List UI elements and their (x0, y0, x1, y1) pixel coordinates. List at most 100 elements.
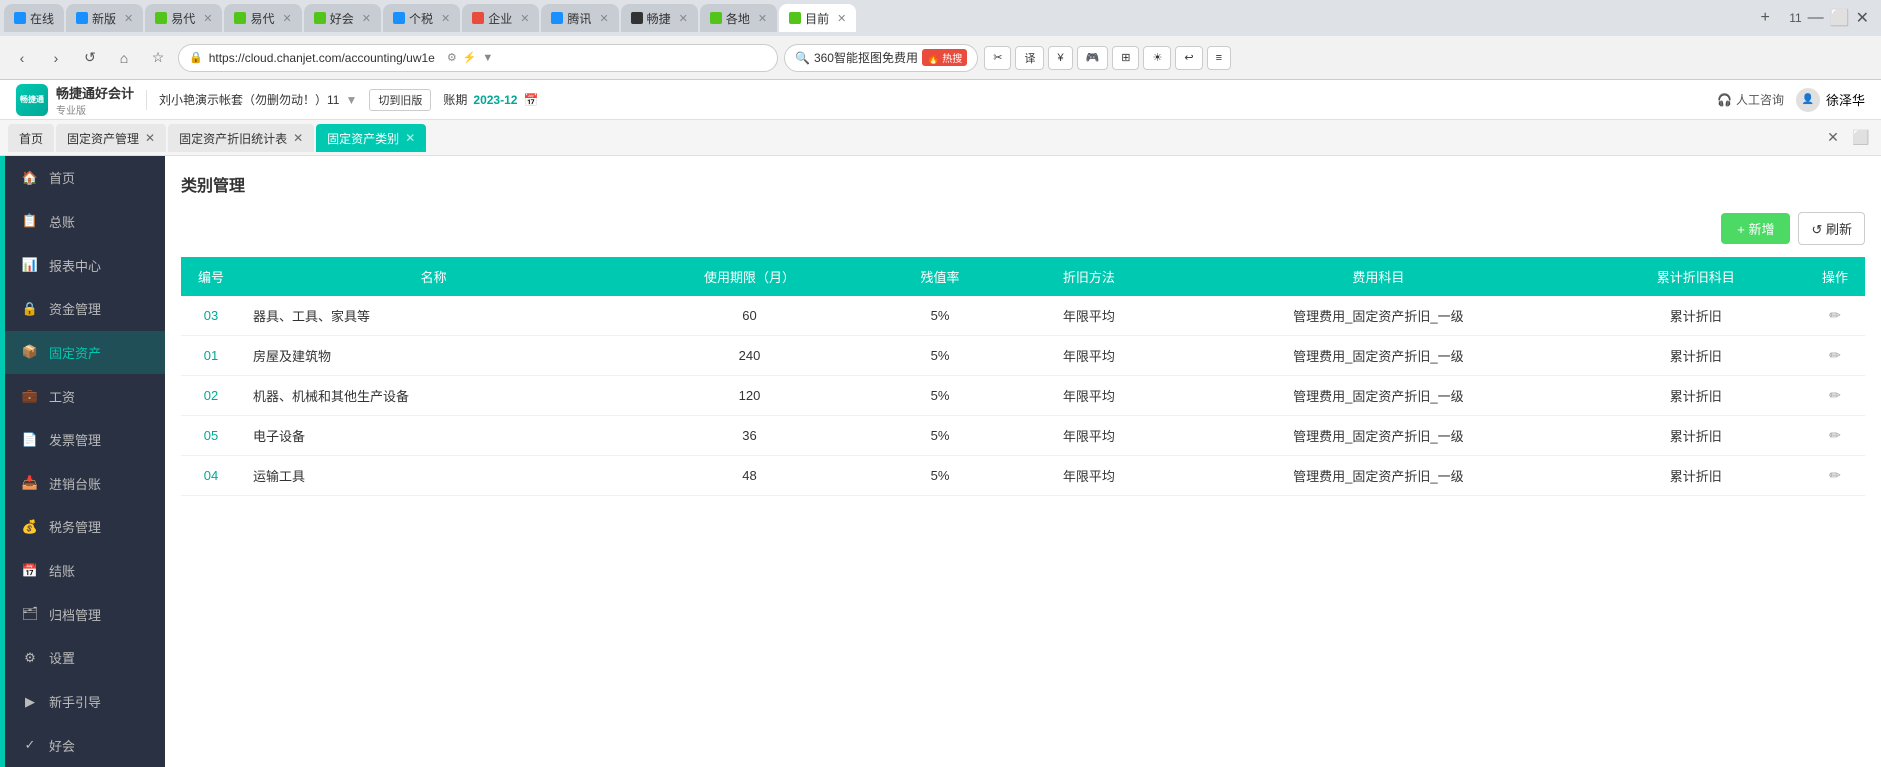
new-tab-button[interactable]: + (1751, 4, 1779, 32)
lightning-icon[interactable]: ⚡ (463, 51, 477, 64)
tab-close-icon[interactable]: ✕ (441, 12, 450, 25)
brightness-btn[interactable]: ☀ (1143, 46, 1171, 70)
sidebar-item-归档管理[interactable]: 🗂 归档管理 (5, 592, 165, 636)
edit-button[interactable]: ✏ (1829, 347, 1841, 363)
cell-period: 36 (626, 416, 872, 456)
sidebar-item-发票管理[interactable]: 📄 发票管理 (5, 418, 165, 462)
sidebar-item-总账[interactable]: 📋 总账 (5, 200, 165, 244)
sidebar-item-设置[interactable]: ⚙ 设置 (5, 636, 165, 680)
maximize-tab-button[interactable]: ⬜ (1849, 126, 1873, 150)
cell-expense-subject: 管理费用_固定资产折旧_一级 (1170, 336, 1586, 376)
sidebar-icon-1: 📋 (21, 212, 39, 230)
service-button[interactable]: 🎧 人工咨询 (1717, 91, 1784, 108)
cell-code[interactable]: 01 (181, 336, 241, 376)
tab-close-icon[interactable]: ✕ (837, 12, 846, 25)
user-dropdown-icon[interactable]: ▼ (345, 93, 357, 107)
star-button[interactable]: ☆ (144, 44, 172, 72)
app-header: 畅捷通 畅捷通好会计 专业版 刘小艳演示帐套（勿删勿动！）11 ▼ 切到旧版 账… (0, 80, 1881, 120)
sidebar-item-工资[interactable]: 💼 工资 (5, 374, 165, 418)
tab-close-icon[interactable]: ✕ (599, 12, 608, 25)
browser-tab-0[interactable]: 在线 (4, 4, 64, 32)
sidebar-item-新手引导[interactable]: ▶ 新手引导 (5, 680, 165, 724)
sidebar-item-税务管理[interactable]: 💰 税务管理 (5, 505, 165, 549)
browser-tab-9[interactable]: 各地 ✕ (700, 4, 777, 32)
table-row: 01 房屋及建筑物 240 5% 年限平均 管理费用_固定资产折旧_一级 累计折… (181, 336, 1865, 376)
tab-close-icon[interactable]: ✕ (283, 12, 292, 25)
browser-tab-6[interactable]: 企业 ✕ (462, 4, 539, 32)
browser-tab-8[interactable]: 畅捷 ✕ (621, 4, 698, 32)
edit-button[interactable]: ✏ (1829, 307, 1841, 323)
forward-button[interactable]: › (42, 44, 70, 72)
refresh-button[interactable]: ↺ 刷新 (1798, 212, 1865, 245)
game-btn[interactable]: 🎮 (1077, 46, 1109, 70)
user-account[interactable]: 👤 徐泽华 (1796, 88, 1865, 112)
browser-tab-10[interactable]: 目前 ✕ (779, 4, 856, 32)
sidebar-item-固定资产[interactable]: 📦 固定资产 (5, 331, 165, 375)
add-button[interactable]: + 新增 (1721, 213, 1790, 244)
browser-tools[interactable]: ⚙ (447, 51, 457, 64)
close-tab-button[interactable]: ✕ (1821, 126, 1845, 150)
translate-btn[interactable]: 译 (1015, 46, 1044, 70)
hot-label[interactable]: 🔥 热搜 (922, 49, 967, 66)
page-tab-close-icon[interactable]: ✕ (405, 131, 415, 145)
sidebar-item-label: 报表中心 (49, 256, 101, 275)
switch-version-button[interactable]: 切到旧版 (369, 89, 431, 111)
user-info[interactable]: 刘小艳演示帐套（勿删勿动！）11 ▼ (159, 91, 357, 108)
menu-btn[interactable]: ≡ (1207, 46, 1231, 70)
tab-close-icon[interactable]: ✕ (124, 12, 133, 25)
cell-code[interactable]: 02 (181, 376, 241, 416)
cell-accum-subject: 累计折旧 (1587, 456, 1805, 496)
browser-tab-7[interactable]: 腾讯 ✕ (541, 4, 618, 32)
edit-button[interactable]: ✏ (1829, 387, 1841, 403)
browser-tab-1[interactable]: 新版 ✕ (66, 4, 143, 32)
calendar-icon[interactable]: 📅 (523, 93, 538, 107)
cell-period: 60 (626, 296, 872, 336)
cell-accum-subject: 累计折旧 (1587, 416, 1805, 456)
tab-close-icon[interactable]: ✕ (758, 12, 767, 25)
tab-close-icon[interactable]: ✕ (520, 12, 529, 25)
page-tab-0[interactable]: 首页 (8, 124, 54, 152)
reload-button[interactable]: ↺ (76, 44, 104, 72)
expand-icon[interactable]: ▼ (482, 52, 493, 64)
tab-close-icon[interactable]: ✕ (203, 12, 212, 25)
tab-close-icon[interactable]: ✕ (679, 12, 688, 25)
scissors-btn[interactable]: ✂ (984, 46, 1011, 70)
page-tab-nav: 首页 固定资产管理 ✕固定资产折旧统计表 ✕固定资产类别 ✕ ✕ ⬜ (0, 120, 1881, 156)
cell-method: 年限平均 (1008, 296, 1171, 336)
sidebar-item-结账[interactable]: 📅 结账 (5, 549, 165, 593)
address-bar[interactable]: 🔒 https://cloud.chanjet.com/accounting/u… (178, 44, 778, 72)
browser-tab-4[interactable]: 好会 ✕ (304, 4, 381, 32)
sidebar-item-好会[interactable]: ✓ 好会 (5, 723, 165, 767)
sidebar-item-首页[interactable]: 🏠 首页 (5, 156, 165, 200)
edit-button[interactable]: ✏ (1829, 467, 1841, 483)
browser-tab-5[interactable]: 个税 ✕ (383, 4, 460, 32)
page-tab-close-icon[interactable]: ✕ (293, 131, 303, 145)
sidebar-icon-13: ✓ (21, 736, 39, 754)
sidebar-item-进销台账[interactable]: 📥 进销台账 (5, 461, 165, 505)
sidebar: 🏠 首页📋 总账📊 报表中心🔒 资金管理📦 固定资产💼 工资📄 发票管理📥 进销… (5, 156, 165, 767)
back-button[interactable]: ‹ (8, 44, 36, 72)
sidebar-item-报表中心[interactable]: 📊 报表中心 (5, 243, 165, 287)
page-tab-3[interactable]: 固定资产类别 ✕ (316, 124, 426, 152)
sidebar-item-资金管理[interactable]: 🔒 资金管理 (5, 287, 165, 331)
page-tab-2[interactable]: 固定资产折旧统计表 ✕ (168, 124, 314, 152)
home-button[interactable]: ⌂ (110, 44, 138, 72)
tab-close-icon[interactable]: ✕ (362, 12, 371, 25)
browser-close-button[interactable]: ✕ (1856, 8, 1869, 28)
browser-minimize-button[interactable]: — (1808, 9, 1824, 27)
page-tab-close-icon[interactable]: ✕ (145, 131, 155, 145)
grid-btn[interactable]: ⊞ (1112, 46, 1139, 70)
browser-restore-button[interactable]: ⬜ (1830, 8, 1850, 28)
undo-btn[interactable]: ↩ (1175, 46, 1202, 70)
cell-name: 电子设备 (241, 416, 626, 456)
edit-button[interactable]: ✏ (1829, 427, 1841, 443)
browser-tab-3[interactable]: 易代 ✕ (224, 4, 301, 32)
page-tab-1[interactable]: 固定资产管理 ✕ (56, 124, 166, 152)
cell-code[interactable]: 03 (181, 296, 241, 336)
sidebar-icon-7: 📥 (21, 474, 39, 492)
wallet-btn[interactable]: ¥ (1048, 46, 1072, 70)
cell-code[interactable]: 04 (181, 456, 241, 496)
cell-code[interactable]: 05 (181, 416, 241, 456)
browser-tab-2[interactable]: 易代 ✕ (145, 4, 222, 32)
browser-search-box[interactable]: 🔍 360智能抠图免费用 🔥 热搜 (784, 44, 978, 72)
